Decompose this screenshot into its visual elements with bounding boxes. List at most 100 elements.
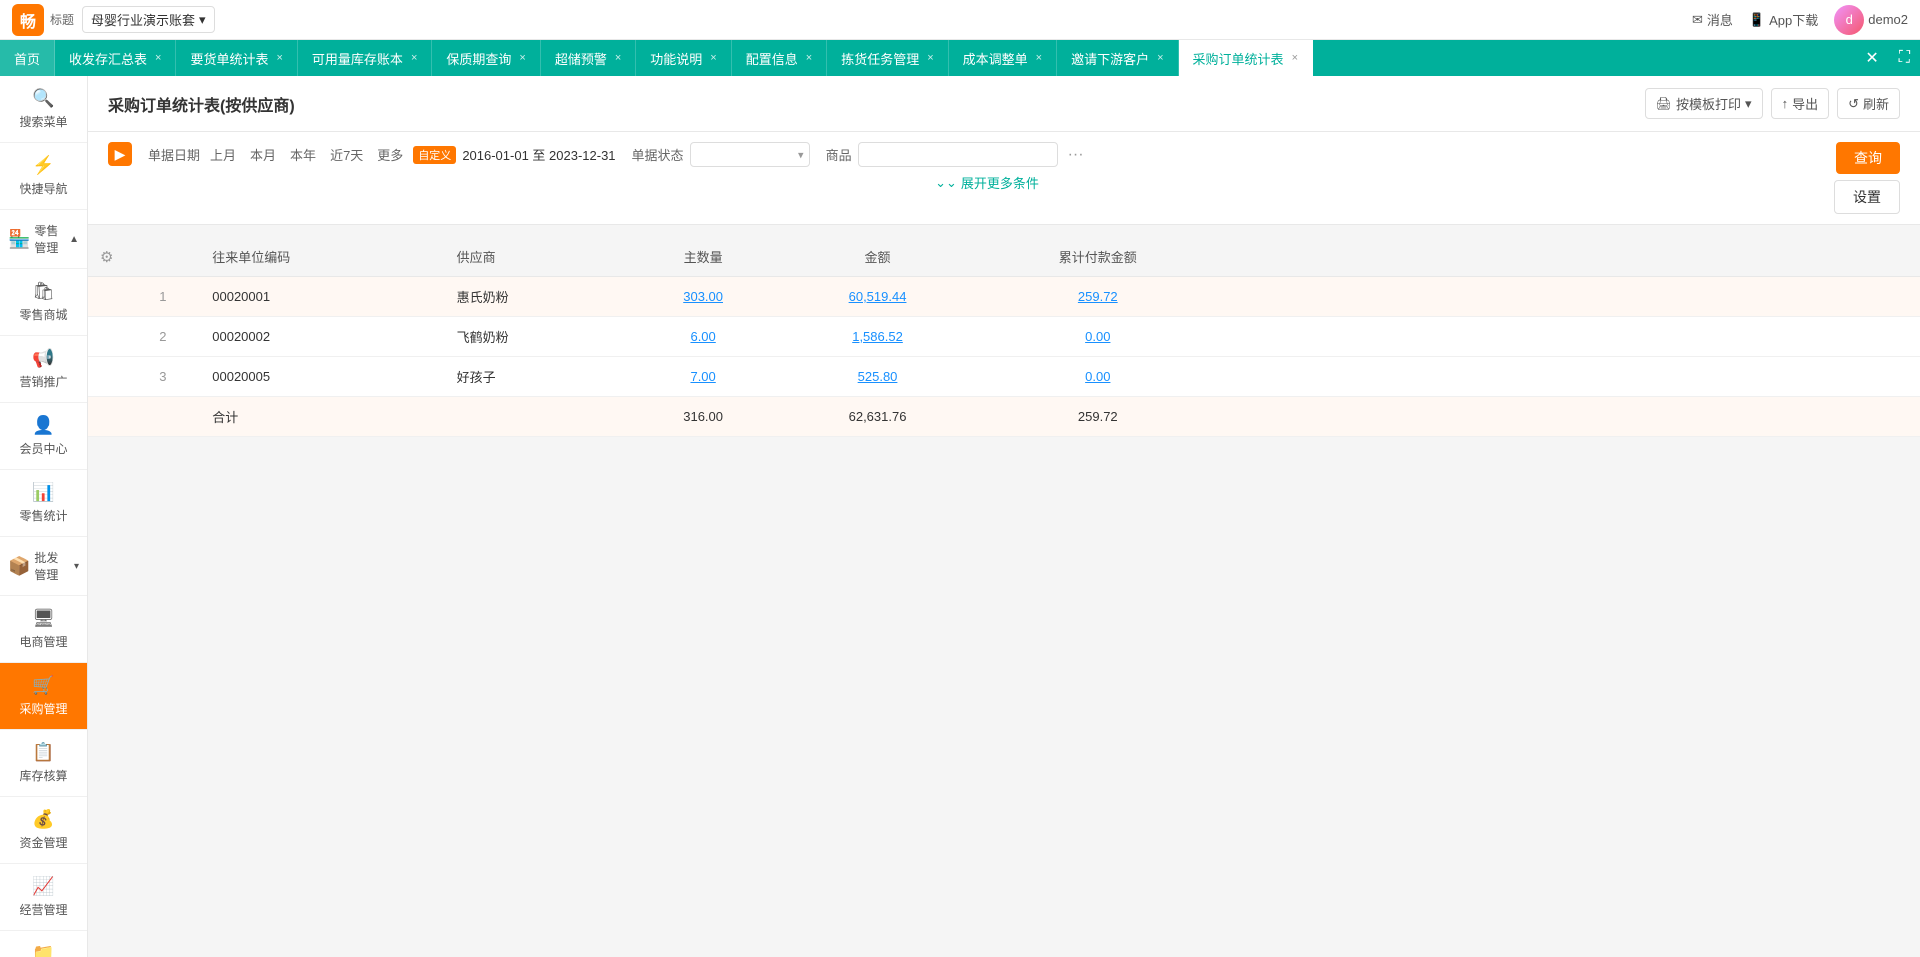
- cell-paid[interactable]: 0.00: [976, 317, 1220, 357]
- tab-shoufayuhui[interactable]: 收发存汇总表 ×: [55, 40, 176, 76]
- sidebar-item-ecom[interactable]: 🖥 电商管理: [0, 596, 87, 663]
- user-avatar[interactable]: d demo2: [1834, 5, 1908, 35]
- sidebar-item-member[interactable]: 👤 会员中心: [0, 403, 87, 470]
- cell-amount[interactable]: 525.80: [780, 357, 976, 397]
- tab-chaochuyujing[interactable]: 超储预警 ×: [541, 40, 636, 76]
- table-row: 2 00020002 飞鹤奶粉 6.00 1,586.52 0.00: [88, 317, 1920, 357]
- tab-peizhi[interactable]: 配置信息 ×: [732, 40, 827, 76]
- sidebar-item-retail[interactable]: 🏪 零售管理 ▲: [0, 210, 87, 269]
- shortcut-7days[interactable]: 近7天: [326, 143, 367, 166]
- tab-zhihuo[interactable]: 拣货任务管理 ×: [827, 40, 948, 76]
- sidebar-item-finance-label: 资金管理: [19, 834, 67, 851]
- tab-caigou-label: 采购订单统计表: [1193, 49, 1284, 68]
- goods-more-btn[interactable]: ···: [1068, 146, 1084, 164]
- message-btn[interactable]: ✉ 消息: [1692, 10, 1733, 29]
- settings-button[interactable]: 设置: [1834, 180, 1900, 214]
- cell-amount[interactable]: 60,519.44: [780, 277, 976, 317]
- app-download-btn[interactable]: 📱 App下载: [1749, 10, 1818, 29]
- sidebar: 🔍 搜索菜单 ⚡ 快捷导航 🏪 零售管理 ▲ 🛍 零售商城 📢 营销推广 👤 会…: [0, 76, 88, 957]
- sidebar-item-basic[interactable]: 📁 基础信息: [0, 931, 87, 957]
- expand-icon: ⌄⌄: [935, 175, 957, 191]
- tab-caigou[interactable]: 采购订单统计表 ×: [1179, 40, 1313, 76]
- tab-shoufayuhui-label: 收发存汇总表: [69, 49, 147, 68]
- shortcut-last-month[interactable]: 上月: [206, 143, 240, 166]
- table-container: ⚙ 往来单位编码 供应商 主数量 金额 累计付款金额 1 00020001 惠氏…: [88, 237, 1920, 437]
- sidebar-item-member-label: 会员中心: [19, 440, 67, 457]
- download-icon: 📱: [1749, 12, 1765, 28]
- expand-more-btn[interactable]: ⌄⌄ 展开更多条件: [935, 173, 1039, 192]
- sidebar-item-quick[interactable]: ⚡ 快捷导航: [0, 143, 87, 210]
- tab-yaohuo[interactable]: 要货单统计表 ×: [176, 40, 297, 76]
- tab-home[interactable]: 首页: [0, 40, 55, 76]
- tab-baoquan[interactable]: 保质期查询 ×: [432, 40, 540, 76]
- tab-chengben[interactable]: 成本调整单 ×: [949, 40, 1057, 76]
- tab-keyongliang[interactable]: 可用量库存账本 ×: [298, 40, 432, 76]
- tab-chaochuyujing-close[interactable]: ×: [615, 52, 621, 64]
- cell-paid[interactable]: 0.00: [976, 357, 1220, 397]
- tab-gongneng-label: 功能说明: [650, 49, 702, 68]
- tab-yaoqing-close[interactable]: ×: [1157, 52, 1163, 64]
- goods-input[interactable]: [858, 142, 1058, 167]
- th-num: [125, 237, 200, 277]
- date-range: 2016-01-01 至 2023-12-31: [462, 145, 615, 164]
- tab-yaoqing[interactable]: 邀请下游客户 ×: [1057, 40, 1178, 76]
- purchase-icon: 🛒: [32, 675, 54, 696]
- sidebar-item-batch[interactable]: 📦 批发管理 ▾: [0, 537, 87, 596]
- cell-code: 00020005: [200, 357, 444, 397]
- cell-code: 00020001: [200, 277, 444, 317]
- print-label: 按模板打印: [1676, 94, 1741, 113]
- sidebar-item-operations[interactable]: 📈 经营管理: [0, 864, 87, 931]
- footer-supplier: [445, 397, 627, 437]
- close-window-btn[interactable]: ✕: [1855, 48, 1888, 68]
- th-amount: 金额: [780, 237, 976, 277]
- basic-icon: 📁: [32, 943, 54, 957]
- sidebar-item-inventory[interactable]: 📋 库存核算: [0, 730, 87, 797]
- cell-quantity[interactable]: 303.00: [627, 277, 780, 317]
- tab-gongneng-close[interactable]: ×: [710, 52, 716, 64]
- toggle-arrow-btn[interactable]: ▶: [108, 142, 132, 166]
- tab-zhihuo-label: 拣货任务管理: [841, 49, 919, 68]
- sidebar-item-marketing[interactable]: 📢 营销推广: [0, 336, 87, 403]
- tab-keyongliang-close[interactable]: ×: [411, 52, 417, 64]
- tab-baoquan-close[interactable]: ×: [519, 52, 525, 64]
- status-select[interactable]: [690, 142, 810, 167]
- query-button[interactable]: 查询: [1836, 142, 1900, 174]
- export-button[interactable]: ↑ 导出: [1771, 88, 1830, 119]
- tab-yaohuo-close[interactable]: ×: [276, 52, 282, 64]
- refresh-button[interactable]: ↺ 刷新: [1837, 88, 1900, 119]
- filter-date-item: 单据日期 上月 本月 本年 近7天 更多 自定义 2016-01-01 至 20…: [148, 143, 616, 166]
- tab-baoquan-label: 保质期查询: [446, 49, 511, 68]
- tab-gongneng[interactable]: 功能说明 ×: [636, 40, 731, 76]
- maximize-btn[interactable]: ⛶: [1889, 49, 1920, 67]
- cell-settings: [88, 317, 125, 357]
- column-settings-icon[interactable]: ⚙: [100, 249, 113, 266]
- sidebar-item-batch-label: 批发管理: [34, 549, 68, 583]
- cell-quantity[interactable]: 6.00: [627, 317, 780, 357]
- goods-label: 商品: [826, 145, 852, 164]
- sidebar-item-retail-shop[interactable]: 🛍 零售商城: [0, 269, 87, 336]
- store-selector[interactable]: 母婴行业演示账套 ▾: [82, 6, 215, 33]
- page-title: 采购订单统计表(按供应商): [108, 92, 295, 116]
- tab-peizhi-close[interactable]: ×: [806, 52, 812, 64]
- sidebar-item-purchase[interactable]: 🛒 采购管理: [0, 663, 87, 730]
- sidebar-item-retail-stat[interactable]: 📊 零售统计: [0, 470, 87, 537]
- sidebar-item-finance[interactable]: 💰 资金管理: [0, 797, 87, 864]
- tab-zhihuo-close[interactable]: ×: [927, 52, 933, 64]
- table-body: 1 00020001 惠氏奶粉 303.00 60,519.44 259.72 …: [88, 277, 1920, 397]
- sidebar-item-search[interactable]: 🔍 搜索菜单: [0, 76, 87, 143]
- status-label: 单据状态: [632, 145, 684, 164]
- cell-quantity[interactable]: 7.00: [627, 357, 780, 397]
- shortcut-this-month[interactable]: 本月: [246, 143, 280, 166]
- shortcut-more[interactable]: 更多: [373, 143, 407, 166]
- print-button[interactable]: 🖨 按模板打印 ▾: [1645, 88, 1763, 119]
- cell-code: 00020002: [200, 317, 444, 357]
- top-bar-right: ✉ 消息 📱 App下载 d demo2: [1692, 5, 1908, 35]
- cell-amount[interactable]: 1,586.52: [780, 317, 976, 357]
- sidebar-item-search-label: 搜索菜单: [19, 113, 67, 130]
- shortcut-this-year[interactable]: 本年: [286, 143, 320, 166]
- tab-shoufayuhui-close[interactable]: ×: [155, 52, 161, 64]
- sidebar-item-inventory-label: 库存核算: [19, 767, 67, 784]
- tab-caigou-close[interactable]: ×: [1292, 52, 1298, 64]
- tab-chengben-close[interactable]: ×: [1036, 52, 1042, 64]
- cell-paid[interactable]: 259.72: [976, 277, 1220, 317]
